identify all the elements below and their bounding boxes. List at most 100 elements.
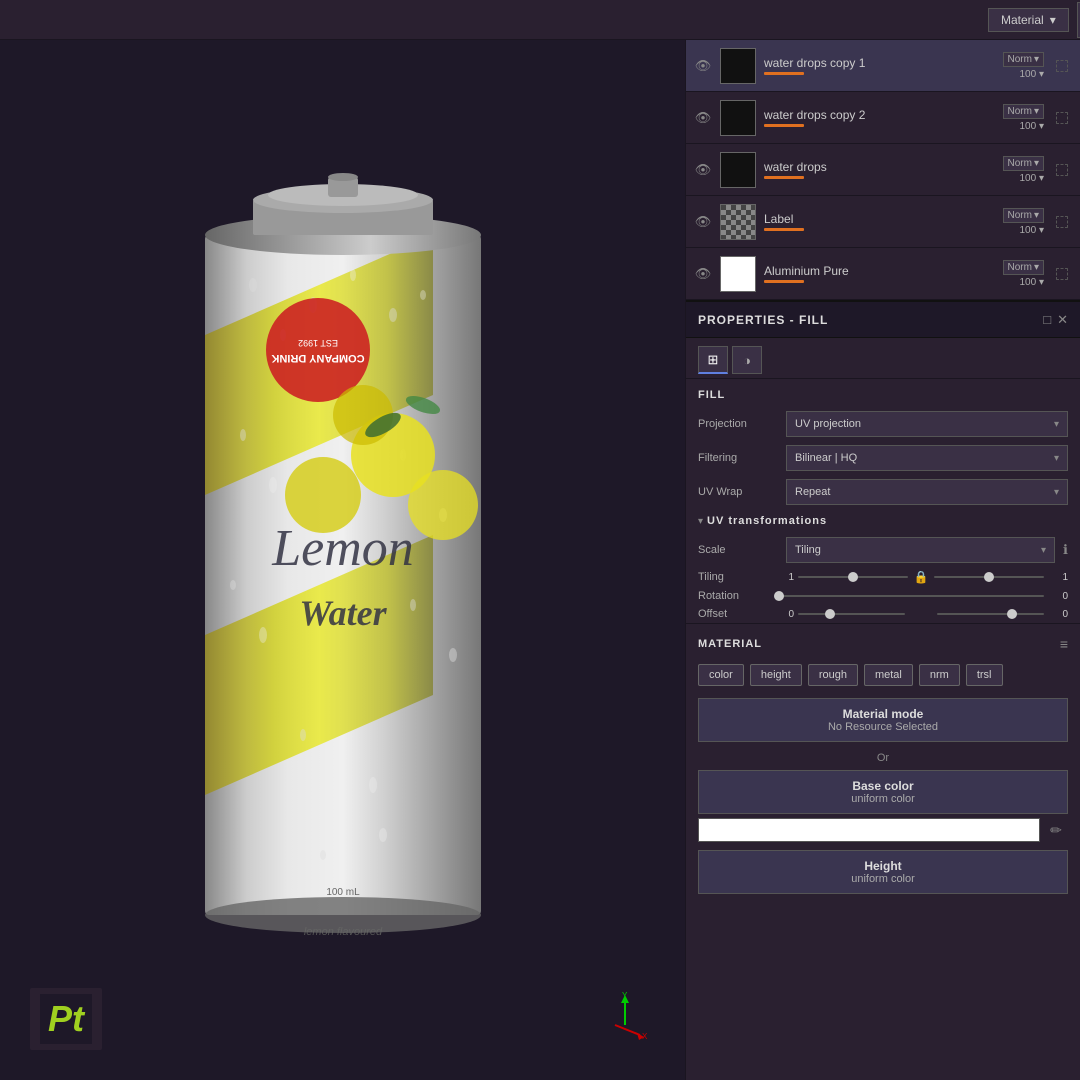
lock-icon[interactable]: 🔒	[914, 570, 929, 584]
base-color-section: Base color uniform color ✏	[698, 770, 1068, 842]
layer-visibility-toggle[interactable]: 👁	[694, 161, 712, 179]
base-color-sub: uniform color	[711, 793, 1055, 805]
layer-row[interactable]: 👁 water drops copy 2 Norm ▾ 100 ▾	[686, 92, 1080, 144]
layer-blend-controls: Norm ▾ 100 ▾	[1003, 208, 1044, 236]
close-icon[interactable]: ✕	[1057, 312, 1068, 328]
material-mode-sub: No Resource Selected	[711, 721, 1055, 733]
scale-dropdown[interactable]: Tiling ▾	[786, 537, 1055, 563]
layer-visibility-toggle[interactable]: 👁	[694, 57, 712, 75]
offset-thumb-left[interactable]	[825, 609, 835, 619]
uv-collapse-icon: ▾	[698, 516, 703, 527]
tiling-slider-right: 1	[934, 572, 1068, 583]
material-chip-nrm[interactable]: nrm	[919, 664, 960, 686]
material-chip-trsl[interactable]: trsl	[966, 664, 1003, 686]
color-swatch[interactable]	[698, 818, 1040, 842]
projection-arrow-icon: ▾	[1054, 419, 1059, 430]
uv-wrap-arrow-icon: ▾	[1054, 487, 1059, 498]
main-content: COMPANY DRINK EST 1992 Lemon Water	[0, 40, 1080, 1080]
layer-info: water drops copy 2	[764, 108, 995, 127]
layer-info: water drops	[764, 160, 995, 179]
eyedropper-icon[interactable]: ✏	[1044, 818, 1068, 842]
offset-track-left[interactable]	[798, 613, 905, 615]
projection-row: Projection UV projection ▾	[686, 407, 1080, 441]
layer-color-bar	[764, 176, 804, 179]
layer-row[interactable]: 👁 Aluminium Pure Norm ▾ 100 ▾	[686, 248, 1080, 300]
rotation-label: Rotation	[698, 590, 768, 602]
axis-indicator: Y X	[600, 990, 650, 1040]
material-chip-metal[interactable]: metal	[864, 664, 913, 686]
projection-value: UV projection	[795, 418, 861, 430]
rotation-track[interactable]	[774, 595, 1044, 597]
height-button[interactable]: Height uniform color	[698, 850, 1068, 894]
filtering-label: Filtering	[698, 452, 778, 464]
svg-text:X: X	[642, 1032, 648, 1040]
blend-mode-dropdown[interactable]: Norm ▾	[1003, 52, 1044, 67]
offset-thumb-right[interactable]	[1007, 609, 1017, 619]
layer-mask-icon	[1056, 60, 1068, 72]
layer-visibility-toggle[interactable]: 👁	[694, 265, 712, 283]
axis-svg: Y X	[600, 990, 650, 1040]
adobe-logo: Pt	[30, 988, 102, 1050]
layer-options	[1052, 108, 1072, 128]
projection-dropdown[interactable]: UV projection ▾	[786, 411, 1068, 437]
tiling-row: Tiling 1 🔒 1	[686, 567, 1080, 587]
tiling-thumb-right[interactable]	[984, 572, 994, 582]
blend-arrow-icon: ▾	[1034, 54, 1039, 65]
filtering-value: Bilinear | HQ	[795, 452, 857, 464]
material-mode-button[interactable]: Material mode No Resource Selected	[698, 698, 1068, 742]
offset-track-right[interactable]	[937, 613, 1044, 615]
layer-info: Aluminium Pure	[764, 264, 995, 283]
info-icon[interactable]: ℹ	[1063, 542, 1068, 558]
blend-value: 100 ▾	[1020, 121, 1045, 132]
uv-transformations-header[interactable]: ▾ UV transformations	[686, 509, 1080, 533]
layer-name: Aluminium Pure	[764, 264, 995, 278]
blend-arrow-icon: ▾	[1034, 210, 1039, 221]
properties-tabs: ⊞ ◑	[686, 338, 1080, 379]
minimize-icon[interactable]: □	[1043, 312, 1051, 328]
blend-mode-dropdown[interactable]: Norm ▾	[1003, 260, 1044, 275]
layer-name: water drops	[764, 160, 995, 174]
layer-row[interactable]: 👁 water drops Norm ▾ 100 ▾	[686, 144, 1080, 196]
material-chip-height[interactable]: height	[750, 664, 802, 686]
offset-val1: 0	[774, 609, 794, 620]
layer-color-bar	[764, 72, 804, 75]
blend-mode-dropdown[interactable]: Norm ▾	[1003, 104, 1044, 119]
color-swatch-row: ✏	[698, 818, 1068, 842]
rotation-thumb[interactable]	[774, 591, 784, 601]
material-chip-rough[interactable]: rough	[808, 664, 858, 686]
material-section: MATERIAL ≡ colorheightroughmetalnrmtrsl …	[686, 623, 1080, 894]
tab-effects[interactable]: ◑	[732, 346, 762, 374]
blend-mode-dropdown[interactable]: Norm ▾	[1003, 208, 1044, 223]
filtering-dropdown[interactable]: Bilinear | HQ ▾	[786, 445, 1068, 471]
material-chip-color[interactable]: color	[698, 664, 744, 686]
base-color-title: Base color	[711, 779, 1055, 793]
tiling-track-right[interactable]	[934, 576, 1044, 578]
layer-thumbnail	[720, 100, 756, 136]
uv-wrap-value: Repeat	[795, 486, 830, 498]
layer-row[interactable]: 👁 Label Norm ▾ 100 ▾	[686, 196, 1080, 248]
svg-text:Y: Y	[622, 991, 628, 1000]
properties-panel: PROPERTIES - FILL □ ✕ ⊞ ◑ FILL Projectio…	[686, 300, 1080, 894]
layer-visibility-toggle[interactable]: 👁	[694, 109, 712, 127]
layer-visibility-toggle[interactable]: 👁	[694, 213, 712, 231]
tab-layers[interactable]: ⊞	[698, 346, 728, 374]
base-color-button[interactable]: Base color uniform color	[698, 770, 1068, 814]
layers-panel: 👁 water drops copy 1 Norm ▾ 100 ▾ 👁	[686, 40, 1080, 300]
projection-label: Projection	[698, 418, 778, 430]
layer-row[interactable]: 👁 water drops copy 1 Norm ▾ 100 ▾	[686, 40, 1080, 92]
filter-icon[interactable]: ≡	[1060, 636, 1068, 652]
layer-color-bar	[764, 228, 804, 231]
scale-value: Tiling	[795, 544, 821, 556]
blend-mode-dropdown[interactable]: Norm ▾	[1003, 156, 1044, 171]
fill-section-label: FILL	[686, 379, 1080, 407]
viewport-mode-dropdown[interactable]: Material ▾	[988, 8, 1069, 32]
uv-wrap-dropdown[interactable]: Repeat ▾	[786, 479, 1068, 505]
layer-options	[1052, 212, 1072, 232]
tiling-slider-left: 1	[774, 572, 908, 583]
viewport-mode-label: Material	[1001, 13, 1044, 27]
tiling-val1: 1	[774, 572, 794, 583]
tiling-track-left[interactable]	[798, 576, 908, 578]
uv-wrap-row: UV Wrap Repeat ▾	[686, 475, 1080, 509]
tiling-thumb-left[interactable]	[848, 572, 858, 582]
viewport[interactable]: COMPANY DRINK EST 1992 Lemon Water	[0, 40, 685, 1080]
